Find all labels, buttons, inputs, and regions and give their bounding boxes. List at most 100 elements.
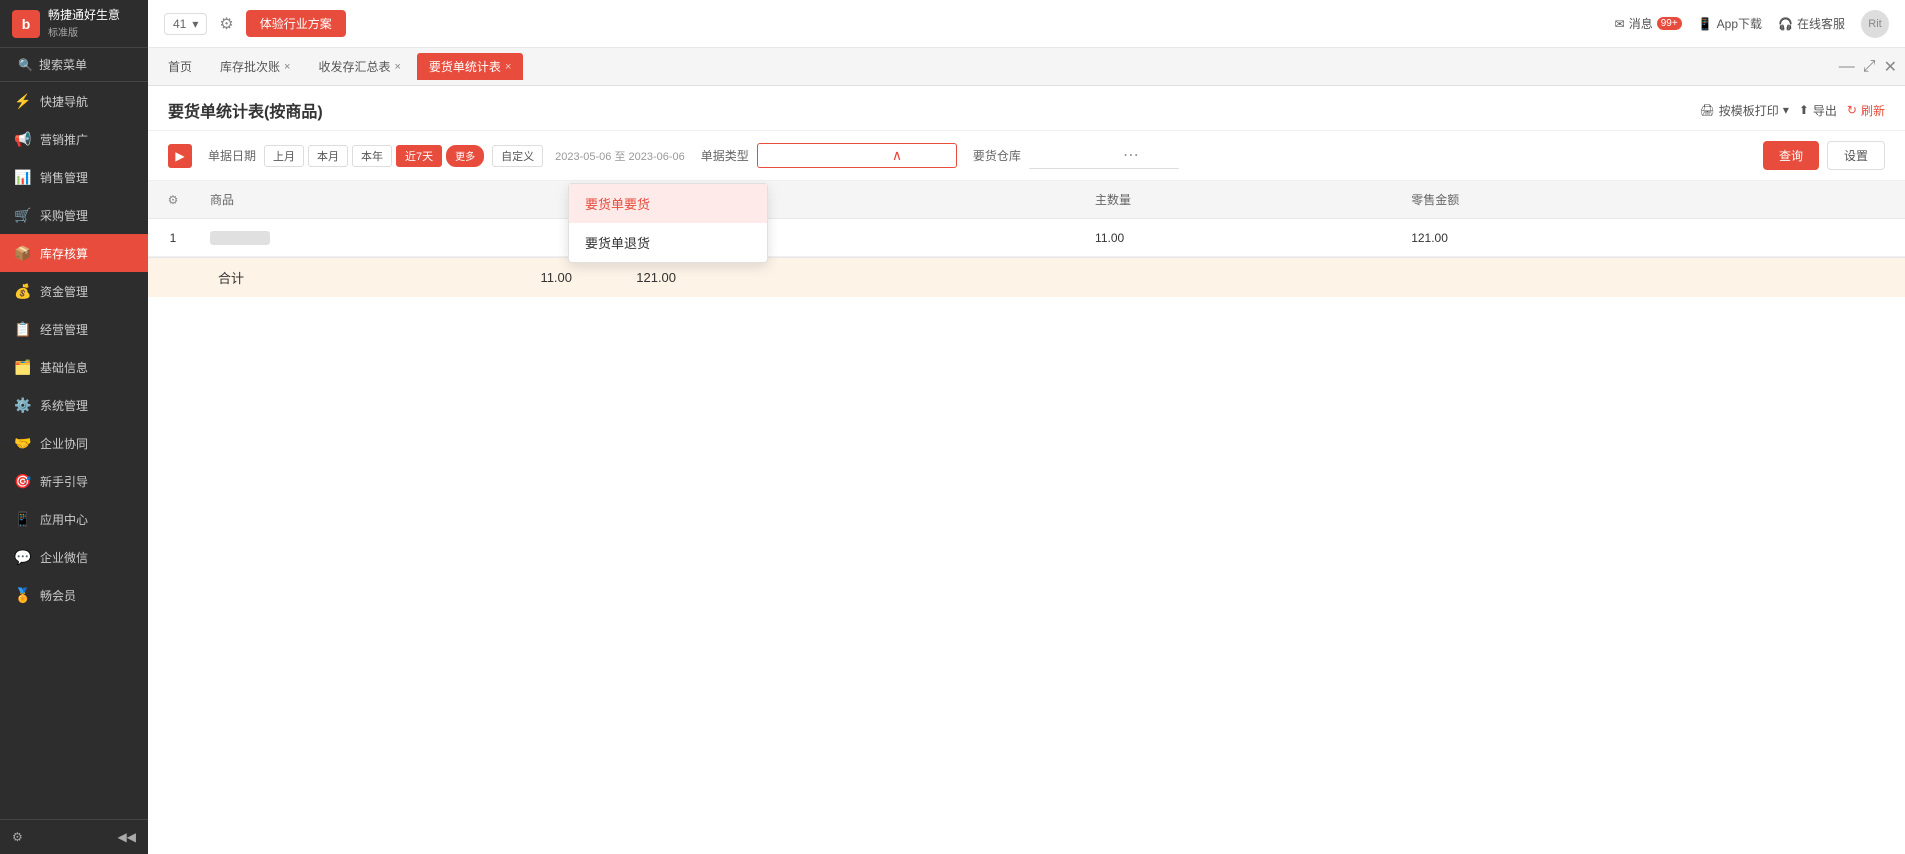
trial-btn[interactable]: 体验行业方案	[246, 10, 346, 37]
date-range-display: 2023-05-06 至 2023-06-06	[555, 148, 685, 164]
query-btn[interactable]: 查询	[1763, 141, 1819, 170]
sidebar-item-inventory[interactable]: 📦 库存核算	[0, 234, 148, 272]
dropdown-item-order-goods[interactable]: 要货单要货	[569, 184, 767, 223]
type-filter-group: 单据类型 ∧	[701, 143, 957, 168]
date-btn-this-month[interactable]: 本月	[308, 145, 348, 167]
type-select[interactable]: ∧	[757, 143, 957, 168]
total-qty: 11.00	[492, 270, 572, 285]
tab-close-batch[interactable]: ×	[284, 61, 290, 73]
export-btn[interactable]: ⬆ 导出	[1799, 102, 1837, 119]
dropdown-item-order-return[interactable]: 要货单退货	[569, 223, 767, 262]
type-filter-label: 单据类型	[701, 147, 749, 164]
sidebar-footer: ⚙ ◀◀	[0, 819, 148, 854]
type-dropdown: 要货单要货 要货单退货	[568, 183, 768, 263]
col-extra	[1779, 181, 1905, 219]
online-service-btn[interactable]: 🎧 在线客服	[1778, 15, 1845, 32]
type-select-arrow[interactable]: ∧	[892, 147, 902, 164]
sidebar-item-label: 销售管理	[40, 169, 88, 186]
guide-icon: 🎯	[14, 472, 32, 490]
tab-close-order-stat[interactable]: ×	[505, 61, 511, 73]
sidebar-item-finance[interactable]: 💰 资金管理	[0, 272, 148, 310]
sales-icon: 📊	[14, 168, 32, 186]
sidebar-item-apps[interactable]: 📱 应用中心	[0, 500, 148, 538]
tab-label: 首页	[168, 58, 192, 75]
sidebar-collapse-btn[interactable]: ◀◀	[118, 830, 136, 844]
tabs-bar: 首页 库存批次账 × 收发存汇总表 × 要货单统计表 × — ⤢ ✕	[148, 48, 1905, 86]
col-qty: 主数量	[1083, 181, 1399, 219]
sidebar-item-guide[interactable]: 🎯 新手引导	[0, 462, 148, 500]
quick-nav-icon: ⚡	[14, 92, 32, 110]
sidebar-item-marketing[interactable]: 📢 营销推广	[0, 120, 148, 158]
col-settings-icon[interactable]: ⚙	[168, 193, 179, 207]
sidebar-item-label: 营销推广	[40, 131, 88, 148]
warehouse-more-icon[interactable]: ⋯	[1123, 145, 1139, 165]
messages-label: 消息	[1629, 15, 1653, 32]
business-icon: 📋	[14, 320, 32, 338]
sidebar-search[interactable]: 🔍 搜索菜单	[0, 48, 148, 82]
logo-icon: b	[12, 10, 40, 38]
selector-value: 41	[173, 17, 186, 31]
date-btn-custom[interactable]: 自定义	[492, 145, 543, 167]
sidebar-item-label: 采购管理	[40, 207, 88, 224]
sidebar-item-quick-nav[interactable]: ⚡ 快捷导航	[0, 82, 148, 120]
sidebar-item-basic[interactable]: 🗂️ 基础信息	[0, 348, 148, 386]
user-avatar[interactable]: Rit	[1861, 10, 1889, 38]
header-right: ✉ 消息 99+ 📱 App下载 🎧 在线客服 Rit	[1615, 10, 1889, 38]
table-wrap: ⚙ 商品 主计量单位 主数量 零售金额 1	[148, 181, 1905, 257]
product-name-blurred	[210, 231, 270, 245]
sidebar-item-enterprise[interactable]: 🤝 企业协同	[0, 424, 148, 462]
dropdown-item-label: 要货单要货	[585, 197, 650, 212]
tab-home[interactable]: 首页	[156, 53, 204, 80]
total-amount: 121.00	[596, 270, 676, 285]
sidebar-settings-btn[interactable]: ⚙	[12, 830, 23, 844]
page-title: 要货单统计表(按商品)	[168, 98, 323, 122]
search-icon: 🔍	[18, 58, 33, 72]
tab-close-all-btn[interactable]: ✕	[1884, 57, 1897, 77]
search-label: 搜索菜单	[39, 56, 87, 73]
messages-badge: 99+	[1657, 17, 1682, 30]
print-btn[interactable]: 🖨 按模板打印 ▾	[1700, 102, 1789, 119]
inventory-icon: 📦	[14, 244, 32, 262]
filter-bar: ▶ 单据日期 上月 本月 本年 近7天 更多 自定义 2023-05-06 至 …	[148, 131, 1905, 181]
logo-sub: 标准版	[48, 24, 120, 39]
row-amount: 121.00	[1399, 219, 1778, 257]
date-btn-this-year[interactable]: 本年	[352, 145, 392, 167]
company-selector[interactable]: 41 ▾	[164, 13, 207, 35]
tab-batch[interactable]: 库存批次账 ×	[208, 53, 302, 80]
row-no: 1	[148, 219, 198, 257]
sidebar-item-purchase[interactable]: 🛒 采购管理	[0, 196, 148, 234]
app-icon: 📱	[1698, 17, 1713, 31]
basic-icon: 🗂️	[14, 358, 32, 376]
app-download-label: App下载	[1717, 15, 1762, 32]
tab-minimize-btn[interactable]: —	[1839, 57, 1855, 77]
purchase-icon: 🛒	[14, 206, 32, 224]
sidebar-item-sales[interactable]: 📊 销售管理	[0, 158, 148, 196]
tab-order-stat[interactable]: 要货单统计表 ×	[417, 53, 523, 80]
print-icon: 🖨	[1700, 103, 1715, 117]
sidebar-item-member[interactable]: 🏅 畅会员	[0, 576, 148, 614]
tab-label: 库存批次账	[220, 58, 280, 75]
export-icon: ⬆	[1799, 103, 1809, 117]
tab-maximize-btn[interactable]: ⤢	[1863, 57, 1876, 77]
filter-expand-btn[interactable]: ▶	[168, 144, 192, 168]
date-btn-7days[interactable]: 近7天	[396, 145, 442, 167]
col-amount: 零售金额	[1399, 181, 1778, 219]
export-label: 导出	[1813, 102, 1837, 119]
sidebar-item-system[interactable]: ⚙️ 系统管理	[0, 386, 148, 424]
tab-close-summary[interactable]: ×	[394, 61, 400, 73]
sidebar-item-label: 快捷导航	[40, 93, 88, 110]
warehouse-select[interactable]: ⋯	[1029, 142, 1179, 169]
app-download-btn[interactable]: 📱 App下载	[1698, 15, 1762, 32]
page-title-bar: 要货单统计表(按商品) 🖨 按模板打印 ▾ ⬆ 导出 ↻ 刷新	[148, 86, 1905, 131]
sidebar-item-business[interactable]: 📋 经营管理	[0, 310, 148, 348]
dropdown-item-label: 要货单退货	[585, 236, 650, 251]
filter-settings-btn[interactable]: 设置	[1827, 141, 1885, 170]
warehouse-filter-group: 要货仓库 ⋯	[973, 142, 1179, 169]
header-gear-icon[interactable]: ⚙	[219, 14, 233, 34]
sidebar-item-wechat[interactable]: 💬 企业微信	[0, 538, 148, 576]
date-btn-more[interactable]: 更多	[446, 145, 484, 167]
messages-btn[interactable]: ✉ 消息 99+	[1615, 15, 1682, 32]
tab-summary[interactable]: 收发存汇总表 ×	[306, 53, 412, 80]
refresh-btn[interactable]: ↻ 刷新	[1847, 102, 1885, 119]
date-btn-last-month[interactable]: 上月	[264, 145, 304, 167]
